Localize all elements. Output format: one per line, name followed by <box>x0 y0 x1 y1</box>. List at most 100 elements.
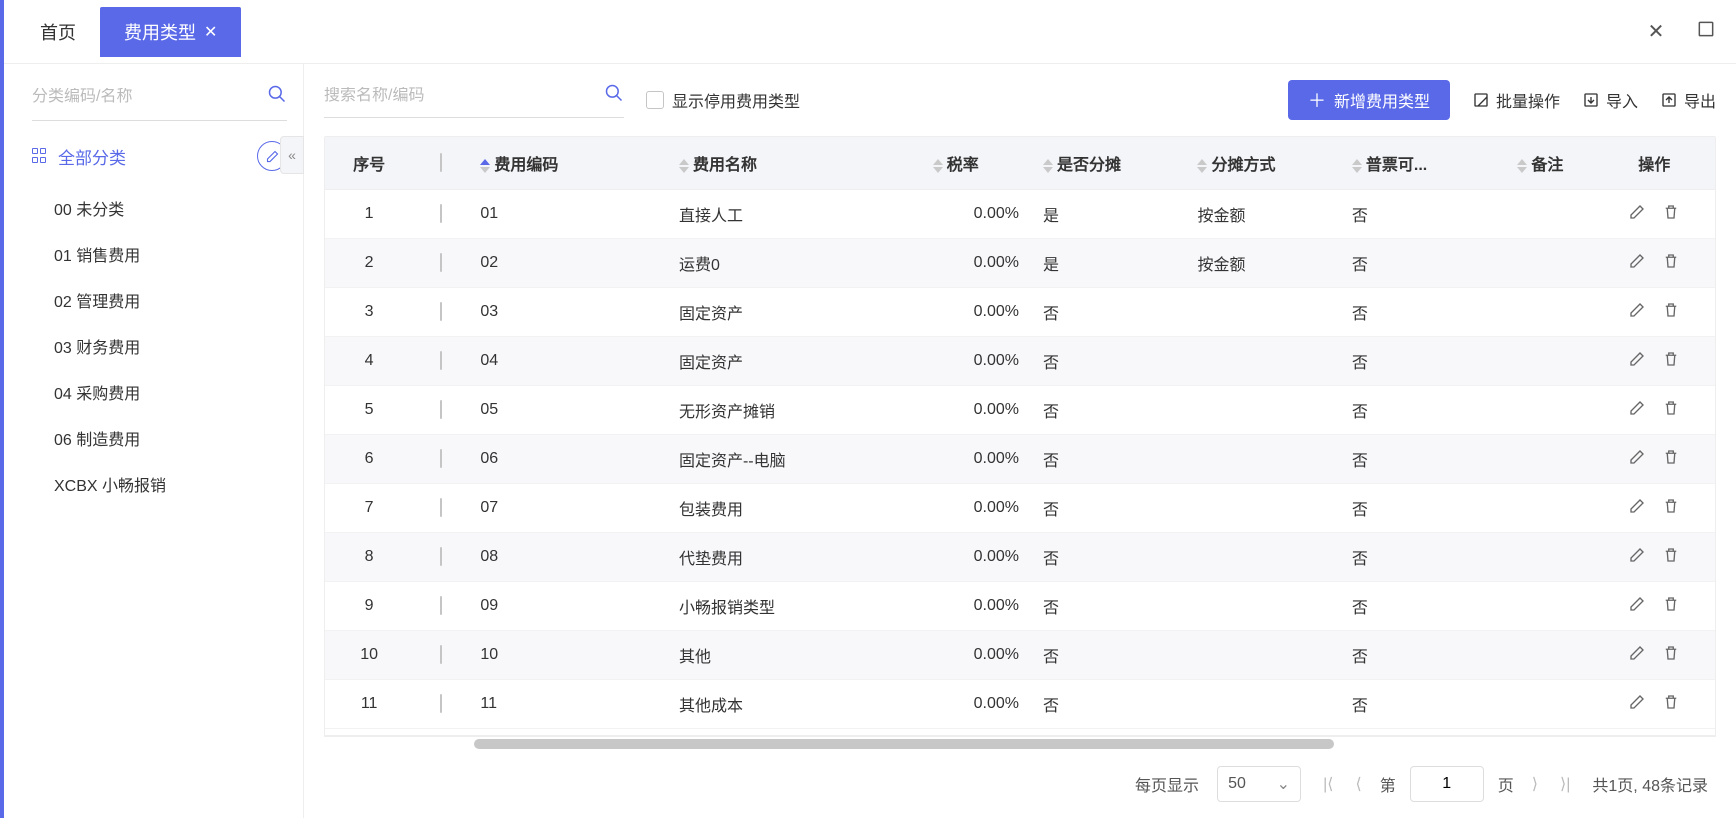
cell-checkbox[interactable] <box>413 533 468 582</box>
page-input[interactable] <box>1410 766 1484 802</box>
cell-checkbox[interactable] <box>413 386 468 435</box>
sidebar-search-input[interactable] <box>32 88 267 106</box>
search-icon[interactable] <box>604 83 624 109</box>
category-item[interactable]: 00 未分类 <box>54 185 287 231</box>
delete-icon[interactable] <box>1662 595 1680 618</box>
delete-icon[interactable] <box>1662 693 1680 716</box>
checkbox-icon[interactable] <box>440 204 442 223</box>
sort-icon[interactable] <box>1197 159 1207 173</box>
table-row[interactable]: 202运费00.00%是按金额否 <box>325 239 1715 288</box>
col-seq[interactable]: 序号 <box>325 137 413 190</box>
tab-home[interactable]: 首页 <box>16 7 100 57</box>
col-name[interactable]: 费用名称 <box>667 137 921 190</box>
checkbox-icon[interactable] <box>440 253 442 272</box>
col-checkbox[interactable] <box>413 137 468 190</box>
first-page-icon[interactable]: |⟨ <box>1319 772 1337 796</box>
export-button[interactable]: 导出 <box>1660 88 1716 112</box>
checkbox-icon[interactable] <box>440 302 442 321</box>
delete-icon[interactable] <box>1662 252 1680 275</box>
table-container[interactable]: 序号 费用编码 费用名称 税率 是否分摊 分摊方式 普票可... 备注 操作 1… <box>324 136 1716 736</box>
next-page-icon[interactable]: ⟩ <box>1528 772 1542 796</box>
edit-icon[interactable] <box>1628 693 1646 716</box>
delete-icon[interactable] <box>1662 448 1680 471</box>
table-row[interactable]: 808代垫费用0.00%否否 <box>325 533 1715 582</box>
category-item[interactable]: XCBX 小畅报销 <box>54 461 287 507</box>
cell-checkbox[interactable] <box>413 435 468 484</box>
table-row[interactable]: 101直接人工0.00%是按金额否 <box>325 190 1715 239</box>
import-button[interactable]: 导入 <box>1582 88 1638 112</box>
cell-checkbox[interactable] <box>413 484 468 533</box>
category-item[interactable]: 01 销售费用 <box>54 231 287 277</box>
checkbox-icon[interactable] <box>440 153 442 172</box>
cell-checkbox[interactable] <box>413 680 468 729</box>
show-disabled-checkbox[interactable]: 显示停用费用类型 <box>646 88 800 112</box>
edit-icon[interactable] <box>1628 644 1646 667</box>
col-note[interactable]: 备注 <box>1505 137 1593 190</box>
expand-icon[interactable] <box>1692 19 1720 45</box>
close-all-icon[interactable]: ✕ <box>1642 19 1670 44</box>
checkbox-icon[interactable] <box>440 547 442 566</box>
table-row[interactable]: 606固定资产--电脑0.00%否否 <box>325 435 1715 484</box>
category-item[interactable]: 03 财务费用 <box>54 323 287 369</box>
collapse-sidebar-icon[interactable]: « <box>280 136 304 174</box>
edit-icon[interactable] <box>1628 350 1646 373</box>
sort-icon[interactable] <box>1352 159 1362 173</box>
checkbox-icon[interactable] <box>440 449 442 468</box>
batch-button[interactable]: 批量操作 <box>1472 88 1560 112</box>
table-row[interactable]: 707包装费用0.00%否否 <box>325 484 1715 533</box>
delete-icon[interactable] <box>1662 497 1680 520</box>
table-row[interactable]: 404固定资产0.00%否否 <box>325 337 1715 386</box>
sort-icon[interactable] <box>1043 159 1053 173</box>
table-row[interactable]: 909小畅报销类型0.00%否否 <box>325 582 1715 631</box>
scrollbar-thumb[interactable] <box>474 739 1334 749</box>
cell-checkbox[interactable] <box>413 582 468 631</box>
table-row[interactable]: 1010其他0.00%否否 <box>325 631 1715 680</box>
cell-checkbox[interactable] <box>413 190 468 239</box>
checkbox-icon[interactable] <box>440 596 442 615</box>
delete-icon[interactable] <box>1662 546 1680 569</box>
checkbox-icon[interactable] <box>440 694 442 713</box>
edit-icon[interactable] <box>1628 546 1646 569</box>
delete-icon[interactable] <box>1662 203 1680 226</box>
last-page-icon[interactable]: ⟩| <box>1556 772 1574 796</box>
edit-icon[interactable] <box>1628 497 1646 520</box>
edit-icon[interactable] <box>1628 595 1646 618</box>
col-invoice[interactable]: 普票可... <box>1340 137 1505 190</box>
horizontal-scrollbar[interactable] <box>324 736 1716 750</box>
search-input[interactable] <box>324 87 604 105</box>
sort-icon[interactable] <box>679 159 689 173</box>
category-item[interactable]: 04 采购费用 <box>54 369 287 415</box>
delete-icon[interactable] <box>1662 301 1680 324</box>
tab-active[interactable]: 费用类型 ✕ <box>100 7 241 57</box>
cell-checkbox[interactable] <box>413 337 468 386</box>
edit-icon[interactable] <box>1628 301 1646 324</box>
checkbox-icon[interactable] <box>646 91 664 109</box>
cell-checkbox[interactable] <box>413 631 468 680</box>
delete-icon[interactable] <box>1662 350 1680 373</box>
add-button[interactable]: ＋ 新增费用类型 <box>1288 80 1450 120</box>
sort-icon[interactable] <box>1517 159 1527 173</box>
col-code[interactable]: 费用编码 <box>468 137 667 190</box>
checkbox-icon[interactable] <box>440 645 442 664</box>
delete-icon[interactable] <box>1662 644 1680 667</box>
tab-close-icon[interactable]: ✕ <box>204 22 217 42</box>
edit-icon[interactable] <box>1628 252 1646 275</box>
sort-icon[interactable] <box>933 159 943 173</box>
category-item[interactable]: 02 管理费用 <box>54 277 287 323</box>
edit-icon[interactable] <box>1628 203 1646 226</box>
cell-checkbox[interactable] <box>413 239 468 288</box>
edit-icon[interactable] <box>1628 399 1646 422</box>
table-row[interactable]: 1111其他成本0.00%否否 <box>325 680 1715 729</box>
cell-checkbox[interactable] <box>413 288 468 337</box>
edit-icon[interactable] <box>1628 448 1646 471</box>
delete-icon[interactable] <box>1662 399 1680 422</box>
col-alloc[interactable]: 是否分摊 <box>1031 137 1185 190</box>
checkbox-icon[interactable] <box>440 351 442 370</box>
table-row[interactable]: 303固定资产0.00%否否 <box>325 288 1715 337</box>
category-item[interactable]: 06 制造费用 <box>54 415 287 461</box>
table-row[interactable]: 505无形资产摊销0.00%否否 <box>325 386 1715 435</box>
search-icon[interactable] <box>267 84 287 110</box>
checkbox-icon[interactable] <box>440 400 442 419</box>
page-size-select[interactable]: 50 ⌄ <box>1217 766 1301 802</box>
checkbox-icon[interactable] <box>440 498 442 517</box>
